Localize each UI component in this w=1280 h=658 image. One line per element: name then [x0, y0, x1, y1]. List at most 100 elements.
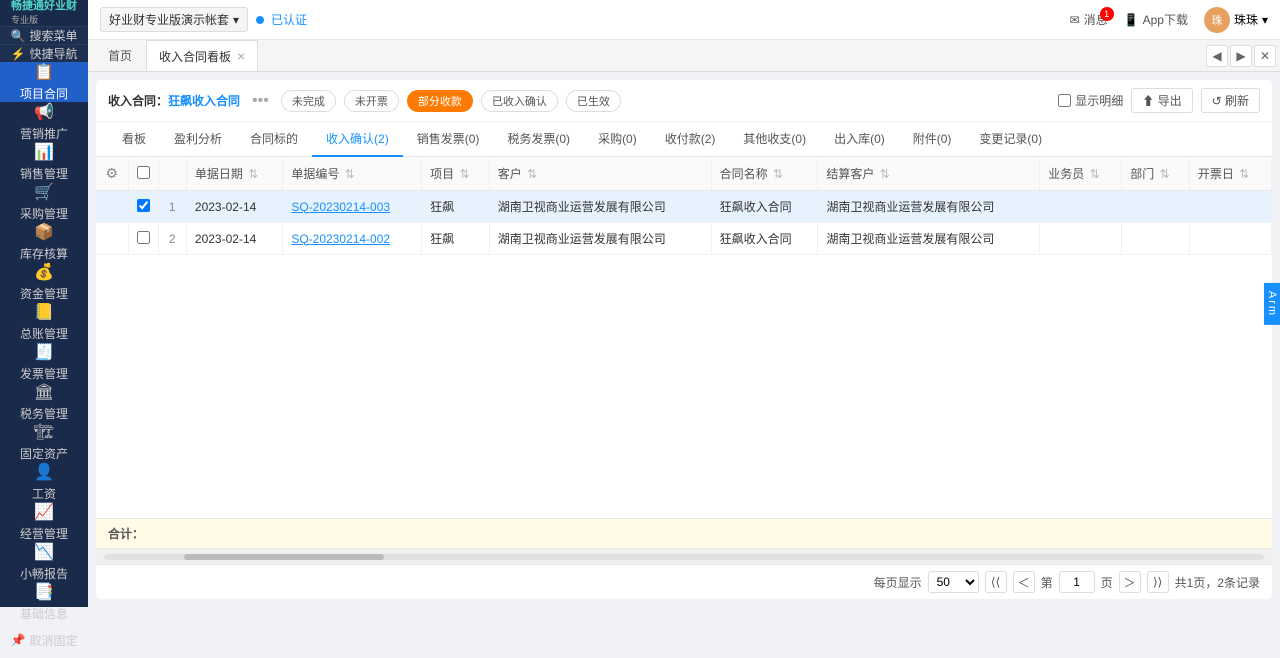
more-options-icon[interactable]: ••• [248, 92, 273, 110]
tab-home[interactable]: 首页 [96, 40, 144, 71]
column-invoice-date[interactable]: 开票日 ⇅ [1189, 157, 1271, 191]
status-effective[interactable]: 已生效 [566, 90, 621, 112]
show-detail-checkbox[interactable] [1058, 94, 1071, 107]
sidebar-item-hr[interactable]: 👤 工资 [0, 462, 88, 502]
tab-warehouse[interactable]: 出入库(0) [820, 122, 899, 157]
page-number-input[interactable] [1059, 571, 1095, 593]
sidebar-item-marketing[interactable]: 📢 营销推广 [0, 102, 88, 142]
sidebar-item-report[interactable]: 📉 小畅报告 [0, 542, 88, 582]
row-checkbox[interactable] [137, 231, 150, 244]
message-button[interactable]: ✉ 消息 1 [1070, 11, 1108, 28]
select-all-checkbox[interactable] [137, 166, 150, 179]
sub-tabs: 看板 盈利分析 合同标的 收入确认(2) 销售发票(0) 税务发票(0) 采购(… [96, 122, 1272, 157]
order-no-link[interactable]: SQ-20230214-003 [291, 200, 390, 214]
column-date[interactable]: 单据日期 ⇅ [186, 157, 282, 191]
sidebar-item-mgmt[interactable]: 📈 经营管理 [0, 502, 88, 542]
avatar: 珠 [1204, 7, 1230, 33]
row-check-cell[interactable] [128, 191, 158, 223]
per-page-select[interactable]: 20 50 100 [928, 571, 979, 593]
sidebar-item-basic[interactable]: 📑 基础信息 [0, 582, 88, 622]
sidebar-pin-button[interactable]: 📌 取消固定 [0, 622, 88, 658]
row-invoice-date-cell [1189, 191, 1271, 223]
sidebar-item-project[interactable]: 📋 项目合同 [0, 62, 88, 102]
row-customer-cell: 湖南卫视商业运营发展有限公司 [489, 223, 711, 255]
sidebar-search[interactable]: 🔍 搜索菜单 [0, 27, 88, 44]
tab-close-icon[interactable]: ✕ [1254, 45, 1276, 67]
order-no-link[interactable]: SQ-20230214-002 [291, 232, 390, 246]
first-page-button[interactable]: ⟨⟨ [985, 571, 1007, 593]
sidebar-item-inventory[interactable]: 📦 库存核算 [0, 222, 88, 262]
sidebar-item-funds[interactable]: 💰 资金管理 [0, 262, 88, 302]
tab-other-income[interactable]: 其他收支(0) [729, 122, 820, 157]
column-customer[interactable]: 客户 ⇅ [489, 157, 711, 191]
column-settle-customer[interactable]: 结算客户 ⇅ [818, 157, 1040, 191]
column-order-no[interactable]: 单据编号 ⇅ [283, 157, 422, 191]
sidebar-item-invoice[interactable]: 🧾 发票管理 [0, 342, 88, 382]
arm-float-button[interactable]: Arm [1264, 282, 1280, 324]
column-salesperson[interactable]: 业务员 ⇅ [1040, 157, 1122, 191]
refresh-button[interactable]: ↺ 刷新 [1201, 88, 1260, 113]
settings-icon[interactable]: ⚙ [105, 165, 118, 181]
app-download-button[interactable]: 📱 App下载 [1124, 11, 1188, 28]
status-confirmed[interactable]: 已收入确认 [481, 90, 558, 112]
sidebar-item-purchase[interactable]: 🛒 采购管理 [0, 182, 88, 222]
show-detail-checkbox-label[interactable]: 显示明细 [1058, 92, 1123, 109]
prev-page-button[interactable]: ＜ [1013, 571, 1035, 593]
last-page-button[interactable]: ⟩⟩ [1147, 571, 1169, 593]
export-icon: ⬆ [1142, 94, 1154, 108]
message-icon: ✉ [1070, 13, 1080, 27]
row-order-no-cell[interactable]: SQ-20230214-003 [283, 191, 422, 223]
table-row[interactable]: 1 2023-02-14 SQ-20230214-003 狂飙 湖南卫视商业运营… [96, 191, 1272, 223]
close-tab-icon[interactable]: × [237, 48, 245, 64]
tab-sales-invoice[interactable]: 销售发票(0) [403, 122, 494, 157]
tab-confirm[interactable]: 收入确认(2) [312, 122, 403, 157]
status-incomplete[interactable]: 未完成 [281, 90, 336, 112]
sidebar-item-label: 基础信息 [20, 605, 68, 622]
sales-icon: 📊 [34, 142, 54, 162]
column-contract-name[interactable]: 合同名称 ⇅ [711, 157, 818, 191]
tab-purchase[interactable]: 采购(0) [584, 122, 651, 157]
tab-contract-board[interactable]: 收入合同看板 × [146, 40, 258, 71]
export-button[interactable]: ⬆ 导出 [1131, 88, 1192, 113]
horizontal-scrollbar[interactable] [96, 548, 1272, 564]
tab-contract-label[interactable]: 合同标的 [236, 122, 312, 157]
status-uninvoiced[interactable]: 未开票 [344, 90, 399, 112]
sidebar: 畅捷通好业财 专业版 🔍 搜索菜单 ⚡ 快捷导航 📋 项目合同 📢 营销推广 📊… [0, 0, 88, 607]
status-partial[interactable]: 部分收款 [407, 90, 473, 112]
invoice-icon: 🧾 [34, 342, 54, 362]
scroll-track[interactable] [104, 554, 1264, 560]
column-dept[interactable]: 部门 ⇅ [1122, 157, 1190, 191]
sidebar-item-general[interactable]: 📒 总账管理 [0, 302, 88, 342]
scroll-thumb[interactable] [184, 554, 384, 560]
row-checkbox[interactable] [137, 199, 150, 212]
sidebar-quick-nav[interactable]: ⚡ 快捷导航 [0, 44, 88, 62]
tab-tax-invoice[interactable]: 税务发票(0) [493, 122, 584, 157]
row-check-cell[interactable] [128, 223, 158, 255]
mgmt-icon: 📈 [34, 502, 54, 522]
tab-payment[interactable]: 收付款(2) [651, 122, 730, 157]
tab-kanban[interactable]: 看板 [108, 122, 160, 157]
table-row[interactable]: 2 2023-02-14 SQ-20230214-002 狂飙 湖南卫视商业运营… [96, 223, 1272, 255]
page-header: 收入合同：狂飙收入合同 ••• 未完成 未开票 部分收款 已收入确认 已生效 显… [96, 80, 1272, 122]
tab-change-log[interactable]: 变更记录(0) [965, 122, 1056, 157]
column-project[interactable]: 项目 ⇅ [422, 157, 490, 191]
tab-prev-icon[interactable]: ◀ [1206, 45, 1228, 67]
sidebar-item-label: 采购管理 [20, 205, 68, 222]
sidebar-item-tax[interactable]: 🏛 税务管理 [0, 382, 88, 422]
sort-icon: ⇅ [1160, 167, 1170, 181]
table-container[interactable]: ⚙ 单据日期 ⇅ 单据编号 ⇅ 项目 ⇅ 客户 ⇅ 合同名称 ⇅ 结算客户 ⇅ … [96, 157, 1272, 518]
tab-profit[interactable]: 盈利分析 [160, 122, 236, 157]
sort-icon: ⇅ [1239, 167, 1249, 181]
user-menu[interactable]: 珠 珠珠 ▾ [1204, 7, 1268, 33]
next-page-button[interactable]: ＞ [1119, 571, 1141, 593]
tab-attachments[interactable]: 附件(0) [899, 122, 966, 157]
sidebar-item-fixed[interactable]: 🏗 固定资产 [0, 422, 88, 462]
tab-next-icon[interactable]: ▶ [1230, 45, 1252, 67]
column-settings[interactable]: ⚙ [96, 157, 128, 191]
app-label: App下载 [1143, 11, 1188, 28]
row-order-no-cell[interactable]: SQ-20230214-002 [283, 223, 422, 255]
row-settings-cell [96, 223, 128, 255]
company-selector[interactable]: 好业财专业版演示帐套 ▾ [100, 7, 248, 32]
sidebar-item-sales[interactable]: 📊 销售管理 [0, 142, 88, 182]
page-title-prefix: 收入合同： [108, 94, 168, 108]
